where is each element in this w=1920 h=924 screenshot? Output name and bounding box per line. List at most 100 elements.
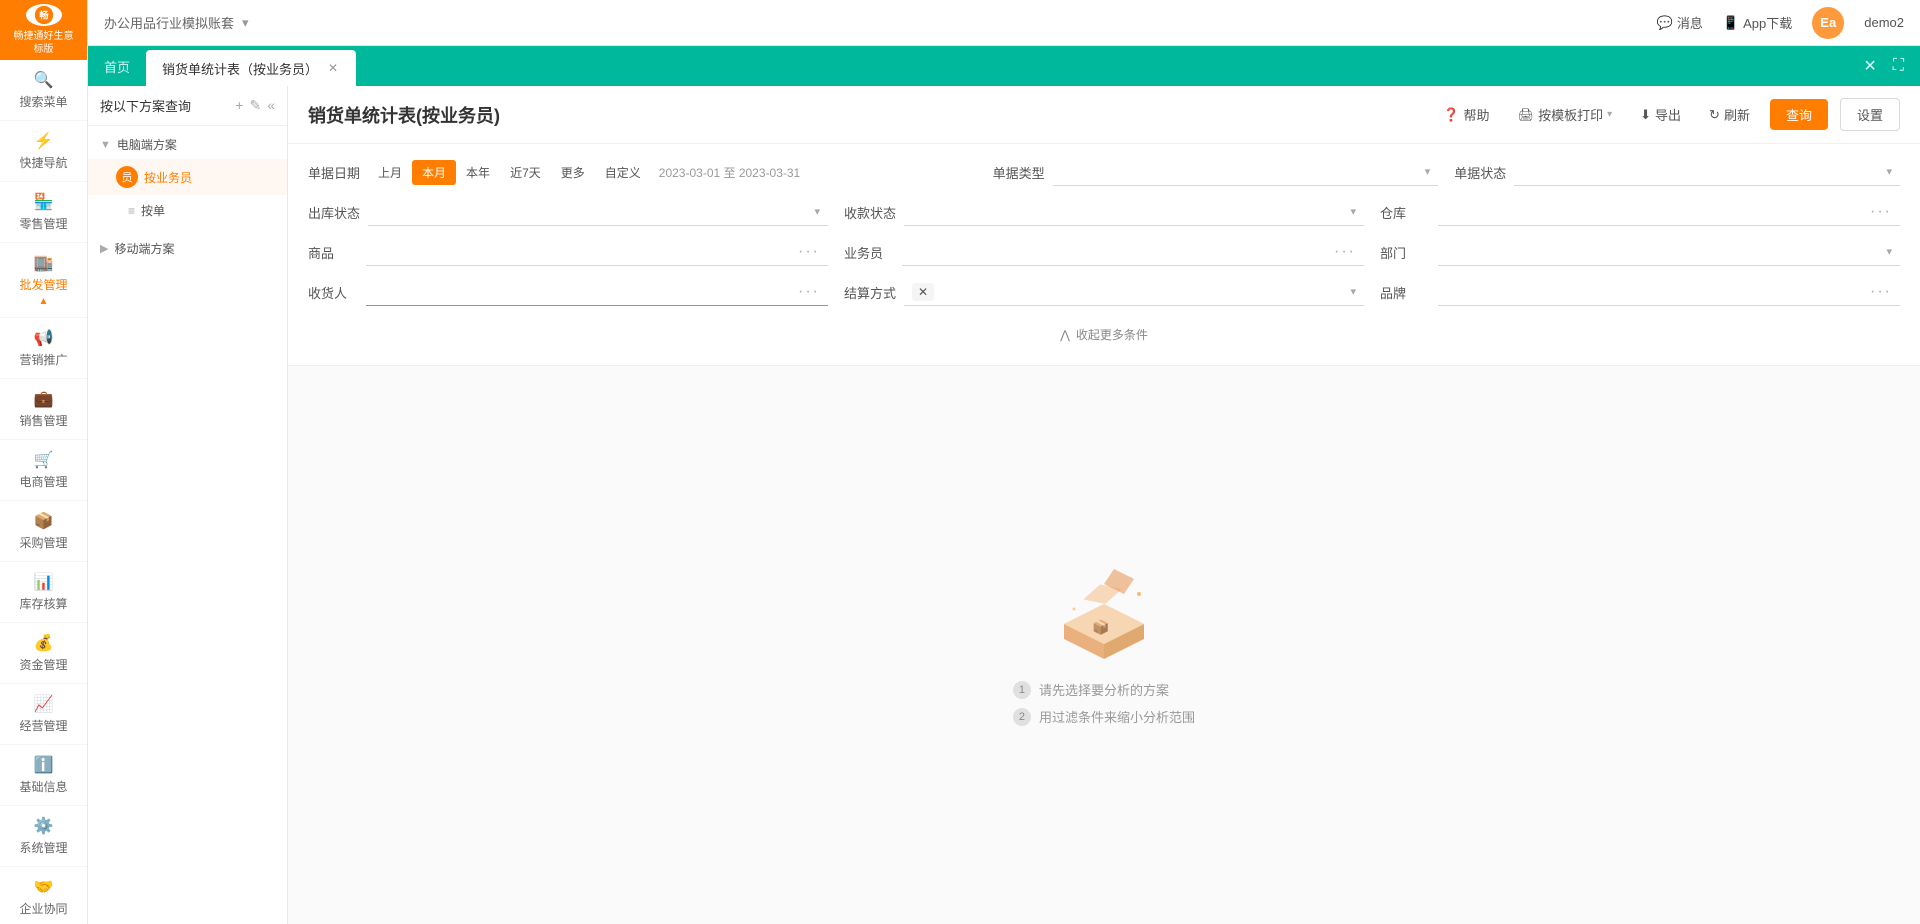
app-download-btn[interactable]: 📱 App下载 <box>1723 13 1792 32</box>
sidebar-item-wholesale[interactable]: 🏬 批发管理 ▲ <box>0 243 87 318</box>
refresh-btn[interactable]: ↻ 刷新 <box>1701 101 1758 128</box>
doc-status-control[interactable]: ▾ <box>1514 158 1900 186</box>
empty-tip-2: 2 用过滤条件来缩小分析范围 <box>1013 707 1195 726</box>
product-control[interactable]: ··· <box>366 238 828 266</box>
app-download-label: App下载 <box>1743 13 1792 32</box>
date-btn-custom[interactable]: 自定义 <box>595 160 651 185</box>
payment-control[interactable]: ✕ ▾ <box>904 278 1364 306</box>
dept-label: 部门 <box>1380 243 1430 262</box>
tab-home[interactable]: 首页 <box>88 46 146 86</box>
help-btn[interactable]: ❓ 帮助 <box>1435 101 1497 128</box>
dept-control[interactable]: ▾ <box>1438 238 1900 266</box>
sidebar-item-operations[interactable]: 📈 经营管理 <box>0 684 87 745</box>
settings-btn[interactable]: 设置 <box>1840 98 1900 131</box>
wholesale-icon: 🏬 <box>34 253 54 273</box>
module-dropdown-icon[interactable]: ▾ <box>242 15 249 31</box>
dept-dropdown-icon: ▾ <box>1886 245 1892 258</box>
settings-label: 设置 <box>1857 108 1883 123</box>
date-btn-more[interactable]: 更多 <box>551 160 595 185</box>
collapse-label: 收起更多条件 <box>1076 326 1148 343</box>
tip-2-num: 2 <box>1013 708 1031 726</box>
purchase-icon: 📦 <box>34 511 54 531</box>
brand-control[interactable]: ··· <box>1438 278 1900 306</box>
user-avatar[interactable]: Ea <box>1812 7 1844 39</box>
sidebar-basic-label: 基础信息 <box>19 778 67 795</box>
warehouse-control[interactable]: ··· <box>1438 198 1900 226</box>
sidebar-item-basic[interactable]: ℹ️ 基础信息 <box>0 745 87 806</box>
current-module-label: 办公用品行业模拟账套 <box>104 13 234 32</box>
empty-tip-1: 1 请先选择要分析的方案 <box>1013 680 1195 699</box>
tab-fullscreen-btn[interactable]: ⛶ <box>1889 53 1908 79</box>
payment-chip-close[interactable]: ✕ <box>918 285 928 299</box>
print-icon: 🖨 <box>1518 107 1535 123</box>
doc-type-control[interactable]: ▾ <box>1053 158 1439 186</box>
add-scheme-btn[interactable]: + <box>235 97 243 114</box>
svg-text:畅: 畅 <box>39 10 48 21</box>
sidebar-item-marketing[interactable]: 📢 营销推广 <box>0 318 87 379</box>
sidebar-sales-label: 销售管理 <box>19 412 67 429</box>
retail-icon: 🏪 <box>34 192 54 212</box>
tip-1-num: 1 <box>1013 681 1031 699</box>
sidebar-ecommerce-label: 电商管理 <box>19 473 67 490</box>
date-btn-lastmonth[interactable]: 上月 <box>368 160 412 185</box>
pc-group-title[interactable]: ▼ 电脑端方案 <box>88 130 287 159</box>
tab-close-icon[interactable]: ✕ <box>326 59 340 77</box>
sidebar-item-quicknav[interactable]: ⚡ 快捷导航 <box>0 121 87 182</box>
collapse-filter-btn[interactable]: ⋀ 收起更多条件 <box>308 318 1900 351</box>
print-btn[interactable]: 🖨 按模板打印 ▾ <box>1510 101 1621 128</box>
filter-area: 单据日期 上月 本月 本年 近7天 更多 自定义 2023-03-01 至 20… <box>288 144 1920 366</box>
date-btn-thismonth[interactable]: 本月 <box>412 160 456 185</box>
sidebar-item-ecommerce[interactable]: 🛒 电商管理 <box>0 440 87 501</box>
dept-filter-item: 部门 ▾ <box>1380 238 1900 266</box>
doc-status-filter-item: 单据状态 ▾ <box>1454 158 1900 186</box>
scheme-item-order[interactable]: ≡ 按单 <box>88 195 287 226</box>
scheme-item-salesperson[interactable]: 员 按业务员 <box>88 159 287 195</box>
receipt-status-filter-item: 收款状态 ▾ <box>844 198 1364 226</box>
print-label: 按模板打印 <box>1538 105 1603 124</box>
consignee-label: 收货人 <box>308 283 358 302</box>
product-label: 商品 <box>308 243 358 262</box>
mobile-group-title[interactable]: ▶ 移动端方案 <box>88 234 287 263</box>
sidebar-enterprise-label: 企业协同 <box>19 900 67 917</box>
sidebar-item-system[interactable]: ⚙️ 系统管理 <box>0 806 87 867</box>
sidebar-system-label: 系统管理 <box>19 839 67 856</box>
product-filter-item: 商品 ··· <box>308 238 828 266</box>
sidebar-item-enterprise[interactable]: 🤝 企业协同 <box>0 867 87 924</box>
tab-close-all-btn[interactable]: ✕ <box>1859 52 1880 80</box>
help-label: 帮助 <box>1464 105 1490 124</box>
sidebar-item-sales[interactable]: 💼 销售管理 <box>0 379 87 440</box>
finance-icon: 💰 <box>34 633 54 653</box>
empty-illustration: 📦 <box>1044 564 1164 664</box>
consignee-control[interactable]: ··· <box>366 278 828 306</box>
query-btn[interactable]: 查询 <box>1770 99 1828 130</box>
basic-icon: ℹ️ <box>34 755 54 775</box>
receipt-status-label: 收款状态 <box>844 203 896 222</box>
sidebar-item-search[interactable]: 🔍 搜索菜单 <box>0 60 87 121</box>
refresh-label: 刷新 <box>1724 105 1750 124</box>
message-btn[interactable]: 💬 消息 <box>1657 13 1703 32</box>
edit-scheme-btn[interactable]: ✎ <box>249 97 261 114</box>
date-btn-thisyear[interactable]: 本年 <box>456 160 500 185</box>
filter-row-3: 商品 ··· 业务员 ··· 部门 ▾ <box>308 238 1900 266</box>
enterprise-icon: 🤝 <box>34 877 54 897</box>
sidebar-quicknav-label: 快捷导航 <box>19 154 67 171</box>
sidebar-marketing-label: 营销推广 <box>19 351 67 368</box>
tip-2-text: 用过滤条件来缩小分析范围 <box>1039 707 1195 726</box>
brand-more-icon: ··· <box>1870 283 1892 301</box>
sidebar-item-retail[interactable]: 🏪 零售管理 <box>0 182 87 243</box>
sidebar-item-inventory[interactable]: 📊 库存核算 <box>0 562 87 623</box>
salesperson-more-icon: ··· <box>1334 243 1356 261</box>
export-btn[interactable]: ⬇ 导出 <box>1632 101 1689 128</box>
receipt-status-control[interactable]: ▾ <box>904 198 1364 226</box>
salesperson-control[interactable]: ··· <box>902 238 1364 266</box>
out-status-control[interactable]: ▾ <box>368 198 828 226</box>
tabbar-actions: ✕ ⛶ <box>1859 52 1920 80</box>
date-btn-7days[interactable]: 近7天 <box>500 160 551 185</box>
sidebar-item-purchase[interactable]: 📦 采购管理 <box>0 501 87 562</box>
pc-group-arrow: ▼ <box>100 139 111 151</box>
sidebar-item-finance[interactable]: 💰 资金管理 <box>0 623 87 684</box>
sidebar-purchase-label: 采购管理 <box>19 534 67 551</box>
collapse-panel-btn[interactable]: « <box>267 97 275 114</box>
sidebar: 畅 畅捷通好生意 标版 🔍 搜索菜单 ⚡ 快捷导航 🏪 零售管理 🏬 批发管理 … <box>0 0 88 924</box>
tab-sales-stat[interactable]: 销货单统计表（按业务员） ✕ <box>146 50 356 86</box>
